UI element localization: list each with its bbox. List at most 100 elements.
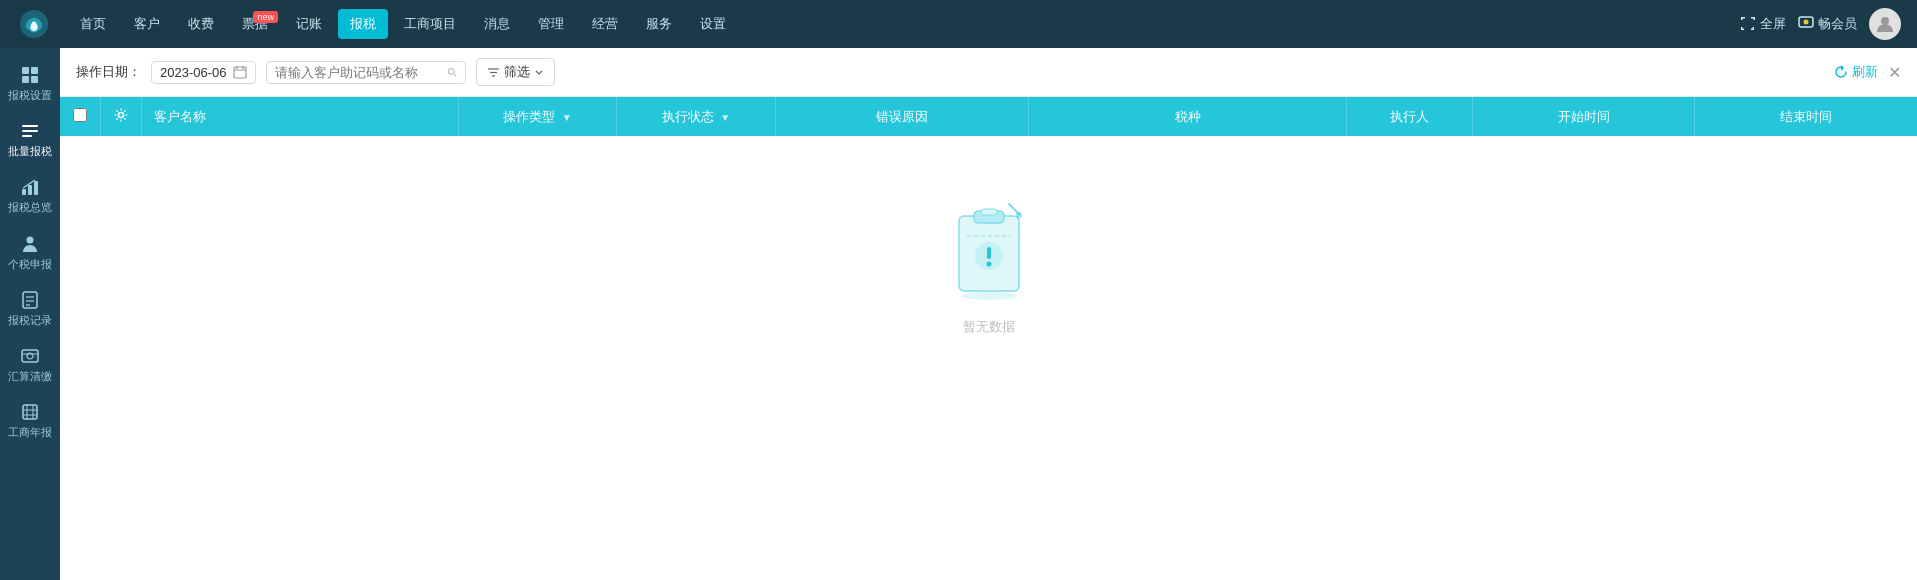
fullscreen-icon	[1740, 16, 1756, 32]
svg-line-32	[453, 74, 456, 77]
th-checkbox[interactable]	[60, 97, 100, 136]
nav-operation[interactable]: 经营	[580, 9, 630, 39]
user-avatar[interactable]	[1869, 8, 1901, 40]
nav-account[interactable]: 记账	[284, 9, 334, 39]
svg-rect-8	[22, 125, 38, 127]
record-icon	[19, 289, 41, 311]
date-label: 操作日期：	[76, 63, 141, 81]
svg-rect-7	[31, 76, 38, 83]
svg-rect-12	[28, 185, 32, 195]
svg-rect-10	[22, 135, 32, 137]
empty-state: 暂无数据	[60, 136, 1917, 396]
th-gear[interactable]	[100, 97, 141, 136]
svg-point-3	[1881, 17, 1889, 25]
nav-fee[interactable]: 收费	[176, 9, 226, 39]
nav-service[interactable]: 服务	[634, 9, 684, 39]
annual-icon	[19, 401, 41, 423]
search-input[interactable]	[275, 65, 443, 80]
content-area: 操作日期： 2023-06-06	[60, 48, 1917, 580]
settlement-icon	[19, 345, 41, 367]
th-start-time: 开始时间	[1473, 97, 1695, 136]
sidebar-item-batch-tax[interactable]: 批量报税	[2, 112, 58, 166]
top-nav-right: 全屏 畅会员	[1740, 8, 1901, 40]
th-end-time: 结束时间	[1695, 97, 1917, 136]
svg-rect-6	[22, 76, 29, 83]
th-error-reason: 错误原因	[775, 97, 1029, 136]
th-tax-type: 税种	[1029, 97, 1346, 136]
nav-home[interactable]: 首页	[68, 9, 118, 39]
invoice-badge: new	[253, 11, 278, 23]
grid-icon	[19, 64, 41, 86]
sidebar-label-tax-record: 报税记录	[8, 314, 52, 327]
refresh-button[interactable]: 刷新	[1834, 63, 1878, 81]
nav-invoice[interactable]: 票据 new	[230, 9, 280, 39]
sidebar-item-tax-summary[interactable]: 报税总览	[2, 168, 58, 222]
svg-rect-22	[23, 405, 37, 419]
toolbar: 操作日期： 2023-06-06	[60, 48, 1917, 97]
date-value: 2023-06-06	[160, 65, 227, 80]
table-header-row: 客户名称 操作类型 ▼ 执行状态 ▼ 错误原因	[60, 97, 1917, 136]
nav-customer[interactable]: 客户	[122, 9, 172, 39]
top-nav: 首页 客户 收费 票据 new 记账 报税 工商项目 消息 管理 经营 服务 设…	[0, 0, 1917, 48]
sidebar-item-tax-record[interactable]: 报税记录	[2, 281, 58, 335]
th-customer: 客户名称	[141, 97, 458, 136]
member-icon	[1798, 16, 1814, 32]
table-container: 客户名称 操作类型 ▼ 执行状态 ▼ 错误原因	[60, 97, 1917, 580]
nav-message[interactable]: 消息	[472, 9, 522, 39]
nav-tax[interactable]: 报税	[338, 9, 388, 39]
svg-rect-39	[981, 209, 997, 215]
search-box[interactable]	[266, 61, 466, 84]
chevron-down-icon	[534, 67, 544, 77]
sidebar-item-annual-report[interactable]: 工商年报	[2, 393, 58, 447]
svg-point-42	[986, 262, 991, 267]
th-executor: 执行人	[1346, 97, 1473, 136]
calendar-icon	[233, 65, 247, 79]
table-body: 暂无数据	[60, 136, 1917, 396]
sidebar-label-annual-report: 工商年报	[8, 426, 52, 439]
svg-rect-27	[234, 67, 246, 78]
data-table: 客户名称 操作类型 ▼ 执行状态 ▼ 错误原因	[60, 97, 1917, 396]
empty-state-row: 暂无数据	[60, 136, 1917, 396]
filter-label: 筛选	[504, 63, 530, 81]
sidebar-item-tax-settings[interactable]: 报税设置	[2, 56, 58, 110]
empty-text: 暂无数据	[963, 318, 1015, 336]
person-icon	[19, 233, 41, 255]
svg-point-46	[961, 292, 1017, 300]
refresh-label: 刷新	[1852, 63, 1878, 81]
sidebar-item-personal-tax[interactable]: 个税申报	[2, 225, 58, 279]
search-icon	[447, 65, 457, 79]
sidebar-label-tax-settings: 报税设置	[8, 89, 52, 102]
nav-manage[interactable]: 管理	[526, 9, 576, 39]
sidebar-item-settlement[interactable]: 汇算清缴	[2, 337, 58, 391]
svg-rect-11	[22, 189, 26, 195]
th-exec-status[interactable]: 执行状态 ▼	[617, 97, 776, 136]
fullscreen-button[interactable]: 全屏	[1740, 15, 1786, 33]
svg-rect-9	[22, 130, 38, 132]
refresh-icon	[1834, 65, 1848, 79]
svg-point-45	[1016, 212, 1022, 218]
app-logo[interactable]	[16, 6, 52, 42]
date-picker[interactable]: 2023-06-06	[151, 61, 256, 84]
svg-rect-5	[31, 67, 38, 74]
svg-point-31	[448, 68, 454, 74]
svg-point-36	[118, 113, 123, 118]
sidebar-label-personal-tax: 个税申报	[8, 258, 52, 271]
svg-rect-4	[22, 67, 29, 74]
svg-rect-41	[987, 247, 991, 259]
filter-icon	[487, 66, 500, 79]
close-button[interactable]: ✕	[1888, 63, 1901, 82]
filter-button[interactable]: 筛选	[476, 58, 555, 86]
sidebar: 报税设置 批量报税 报税总览	[0, 48, 60, 580]
select-all-checkbox[interactable]	[73, 108, 87, 122]
svg-rect-19	[22, 350, 38, 362]
settings-icon	[113, 107, 129, 123]
member-button[interactable]: 畅会员	[1798, 15, 1857, 33]
svg-rect-15	[23, 292, 37, 308]
exec-status-filter-icon: ▼	[720, 112, 730, 123]
sidebar-label-settlement: 汇算清缴	[8, 370, 52, 383]
sidebar-label-batch-tax: 批量报税	[8, 145, 52, 158]
nav-industry[interactable]: 工商项目	[392, 9, 468, 39]
th-op-type[interactable]: 操作类型 ▼	[458, 97, 617, 136]
svg-point-14	[27, 236, 34, 243]
nav-settings[interactable]: 设置	[688, 9, 738, 39]
